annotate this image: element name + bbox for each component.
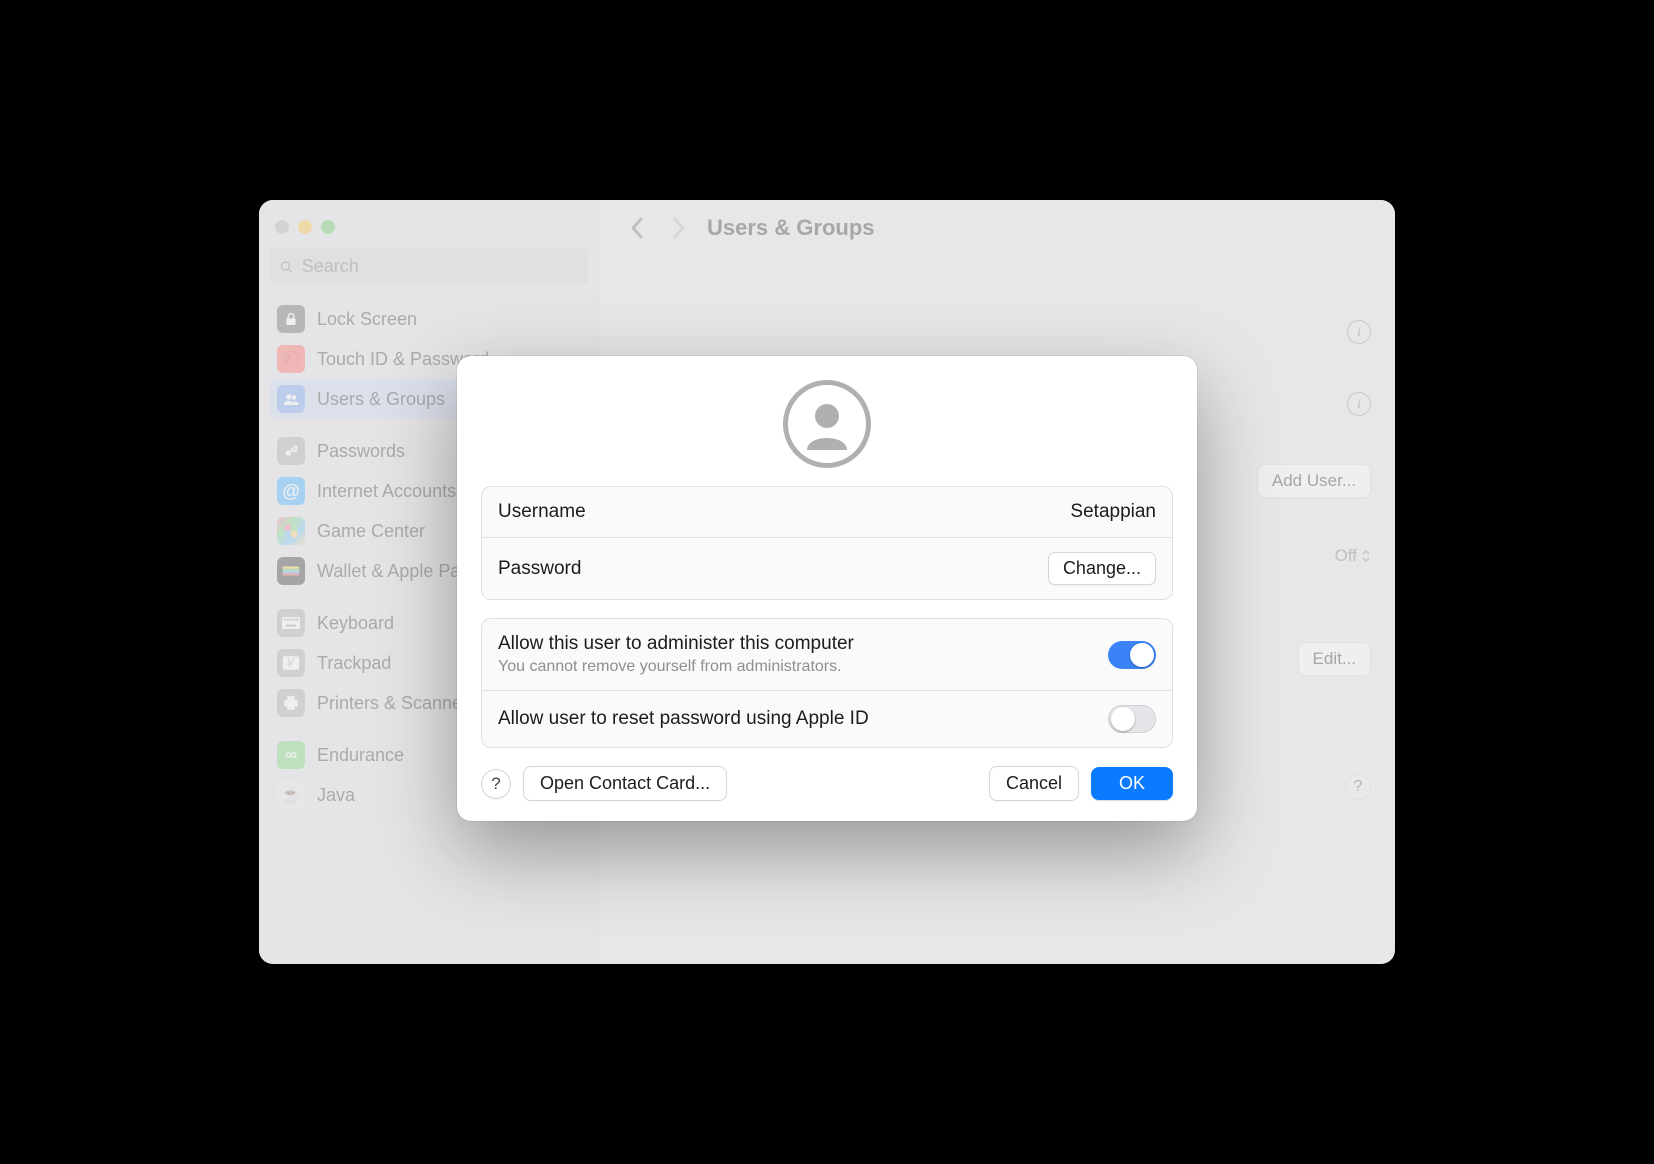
user-avatar[interactable] bbox=[783, 380, 871, 468]
username-row: Username Setappian bbox=[482, 487, 1172, 537]
permissions-group: Allow this user to administer this compu… bbox=[481, 618, 1173, 748]
modal-footer: ? Open Contact Card... Cancel OK bbox=[481, 766, 1173, 801]
open-contact-card-button[interactable]: Open Contact Card... bbox=[523, 766, 727, 801]
person-icon bbox=[797, 394, 857, 454]
password-label: Password bbox=[498, 558, 581, 580]
ok-button[interactable]: OK bbox=[1091, 767, 1173, 800]
change-password-button[interactable]: Change... bbox=[1048, 552, 1156, 585]
administer-sublabel: You cannot remove yourself from administ… bbox=[498, 658, 854, 676]
username-value: Setappian bbox=[1070, 501, 1156, 523]
modal-help-button[interactable]: ? bbox=[481, 769, 511, 799]
user-edit-modal: Username Setappian Password Change... Al… bbox=[457, 356, 1197, 821]
cancel-button[interactable]: Cancel bbox=[989, 766, 1079, 801]
password-row: Password Change... bbox=[482, 537, 1172, 599]
system-settings-window: Lock ScreenTouch ID & PasswordUsers & Gr… bbox=[259, 200, 1395, 964]
administer-label: Allow this user to administer this compu… bbox=[498, 633, 854, 655]
administer-row: Allow this user to administer this compu… bbox=[482, 619, 1172, 690]
reset-appleid-switch[interactable] bbox=[1108, 705, 1156, 733]
reset-appleid-row: Allow user to reset password using Apple… bbox=[482, 690, 1172, 747]
reset-appleid-label: Allow user to reset password using Apple… bbox=[498, 708, 869, 730]
username-label: Username bbox=[498, 501, 586, 523]
credentials-group: Username Setappian Password Change... bbox=[481, 486, 1173, 600]
administer-switch[interactable] bbox=[1108, 641, 1156, 669]
